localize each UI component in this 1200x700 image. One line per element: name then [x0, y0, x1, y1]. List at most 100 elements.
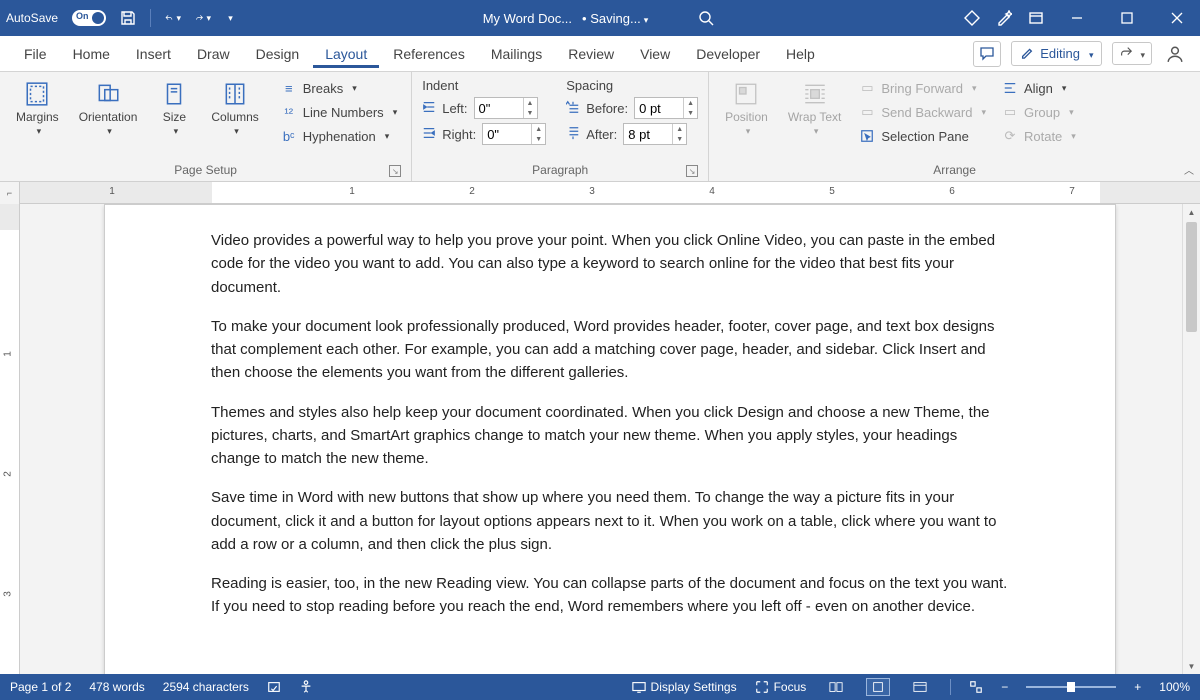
tab-layout[interactable]: Layout [313, 40, 379, 68]
paragraph[interactable]: Video provides a powerful way to help yo… [211, 229, 1009, 299]
pencil-icon [1020, 45, 1034, 62]
spin-down[interactable]: ▼ [524, 108, 537, 118]
spin-up[interactable]: ▲ [684, 98, 697, 108]
tab-view[interactable]: View [628, 40, 682, 68]
document-title: My Word Doc... [483, 11, 572, 26]
maximize-button[interactable] [1110, 0, 1144, 36]
align-button[interactable]: Align [998, 78, 1080, 98]
qat-customize-icon[interactable] [225, 10, 233, 26]
scroll-up-button[interactable]: ▲ [1183, 204, 1200, 220]
group-icon: ▭ [1002, 104, 1018, 120]
rotate-button[interactable]: ⟳Rotate [998, 126, 1080, 146]
paragraph[interactable]: Reading is easier, too, in the new Readi… [211, 572, 1009, 619]
tab-draw[interactable]: Draw [185, 40, 242, 68]
horizontal-ruler[interactable]: 1 1 2 3 4 5 6 7 [20, 182, 1200, 204]
scroll-thumb[interactable] [1186, 222, 1197, 332]
group-button[interactable]: ▭Group [998, 102, 1080, 122]
zoom-out-button[interactable]: − [1001, 680, 1008, 694]
tab-references[interactable]: References [381, 40, 477, 68]
tab-home[interactable]: Home [61, 40, 122, 68]
line-numbers-button[interactable]: ¹²Line Numbers [277, 102, 401, 122]
search-icon[interactable] [698, 10, 714, 26]
columns-icon [221, 80, 249, 108]
save-status[interactable]: • Saving... [582, 11, 648, 26]
status-page[interactable]: Page 1 of 2 [10, 680, 71, 694]
zoom-in-button[interactable]: + [1134, 680, 1141, 694]
tab-design[interactable]: Design [244, 40, 312, 68]
breaks-button[interactable]: ≡Breaks [277, 78, 401, 98]
diamond-icon[interactable] [964, 10, 980, 26]
web-layout-button[interactable] [908, 678, 932, 696]
tab-mailings[interactable]: Mailings [479, 40, 554, 68]
bring-forward-button[interactable]: ▭Bring Forward [855, 78, 990, 98]
read-mode-button[interactable] [824, 678, 848, 696]
collapse-ribbon-button[interactable]: ︿ [1184, 162, 1194, 177]
dialog-launcher[interactable]: ↘ [389, 165, 401, 177]
document-area: 1 2 3 Video provides a powerful way to h… [0, 204, 1200, 674]
spin-down[interactable]: ▼ [673, 134, 686, 144]
focus-button[interactable]: Focus [755, 680, 807, 694]
group-label: Paragraph [532, 163, 588, 177]
share-button[interactable] [1112, 42, 1152, 65]
status-bar: Page 1 of 2 478 words 2594 characters Di… [0, 674, 1200, 700]
minimize-button[interactable] [1060, 0, 1094, 36]
spin-up[interactable]: ▲ [524, 98, 537, 108]
spacing-before-icon [566, 100, 580, 117]
send-backward-button[interactable]: ▭Send Backward [855, 102, 990, 122]
orientation-button[interactable]: Orientation [73, 78, 144, 139]
tab-insert[interactable]: Insert [124, 40, 183, 68]
hyphenation-button[interactable]: bᶜHyphenation [277, 126, 401, 146]
save-icon[interactable] [120, 10, 136, 26]
spell-check-icon[interactable] [267, 680, 281, 694]
zoom-level[interactable]: 100% [1159, 680, 1190, 694]
page-content[interactable]: Video provides a powerful way to help yo… [105, 205, 1115, 655]
columns-button[interactable]: Columns [205, 78, 264, 139]
status-words[interactable]: 478 words [89, 680, 144, 694]
print-layout-button[interactable] [866, 678, 890, 696]
vertical-ruler[interactable]: 1 2 3 [0, 204, 20, 674]
scroll-track[interactable] [1183, 220, 1200, 658]
spacing-after-input[interactable]: ▲▼ [623, 123, 687, 145]
comments-button[interactable] [973, 41, 1001, 67]
indent-left-input[interactable]: ▲▼ [474, 97, 538, 119]
spin-down[interactable]: ▼ [532, 134, 545, 144]
spacing-before-input[interactable]: ▲▼ [634, 97, 698, 119]
size-button[interactable]: Size [151, 78, 197, 139]
paragraph[interactable]: Save time in Word with new buttons that … [211, 486, 1009, 556]
paragraph[interactable]: To make your document look professionall… [211, 315, 1009, 385]
tab-review[interactable]: Review [556, 40, 626, 68]
wrap-text-button[interactable]: Wrap Text [782, 78, 848, 139]
tab-file[interactable]: File [12, 40, 59, 68]
page[interactable]: Video provides a powerful way to help yo… [104, 204, 1116, 674]
margins-button[interactable]: Margins [10, 78, 65, 139]
position-button[interactable]: Position [719, 78, 774, 139]
display-settings-button[interactable]: Display Settings [632, 680, 737, 694]
spin-down[interactable]: ▼ [684, 108, 697, 118]
tab-help[interactable]: Help [774, 40, 827, 68]
autosave-toggle[interactable]: On [72, 10, 106, 26]
indent-right-input[interactable]: ▲▼ [482, 123, 546, 145]
status-chars[interactable]: 2594 characters [163, 680, 249, 694]
accessibility-icon[interactable] [299, 680, 313, 694]
zoom-tools-icon[interactable] [969, 680, 983, 694]
spin-up[interactable]: ▲ [532, 124, 545, 134]
close-button[interactable] [1160, 0, 1194, 36]
account-button[interactable] [1162, 41, 1188, 67]
orientation-icon [94, 80, 122, 108]
undo-icon[interactable] [165, 10, 181, 26]
group-paragraph: Indent Left: ▲▼ Right: ▲▼ Spacing [412, 72, 709, 181]
redo-icon[interactable] [195, 10, 211, 26]
vertical-scrollbar[interactable]: ▲ ▼ [1182, 204, 1200, 674]
zoom-slider[interactable] [1026, 686, 1116, 688]
rotate-icon: ⟳ [1002, 128, 1018, 144]
spin-up[interactable]: ▲ [673, 124, 686, 134]
breaks-icon: ≡ [281, 80, 297, 96]
dialog-launcher[interactable]: ↘ [686, 165, 698, 177]
tab-developer[interactable]: Developer [684, 40, 772, 68]
selection-pane-button[interactable]: Selection Pane [855, 126, 990, 146]
pen-sparkle-icon[interactable] [996, 10, 1012, 26]
editing-mode-button[interactable]: Editing [1011, 41, 1102, 66]
scroll-down-button[interactable]: ▼ [1183, 658, 1200, 674]
ribbon-display-icon[interactable] [1028, 10, 1044, 26]
paragraph[interactable]: Themes and styles also help keep your do… [211, 401, 1009, 471]
